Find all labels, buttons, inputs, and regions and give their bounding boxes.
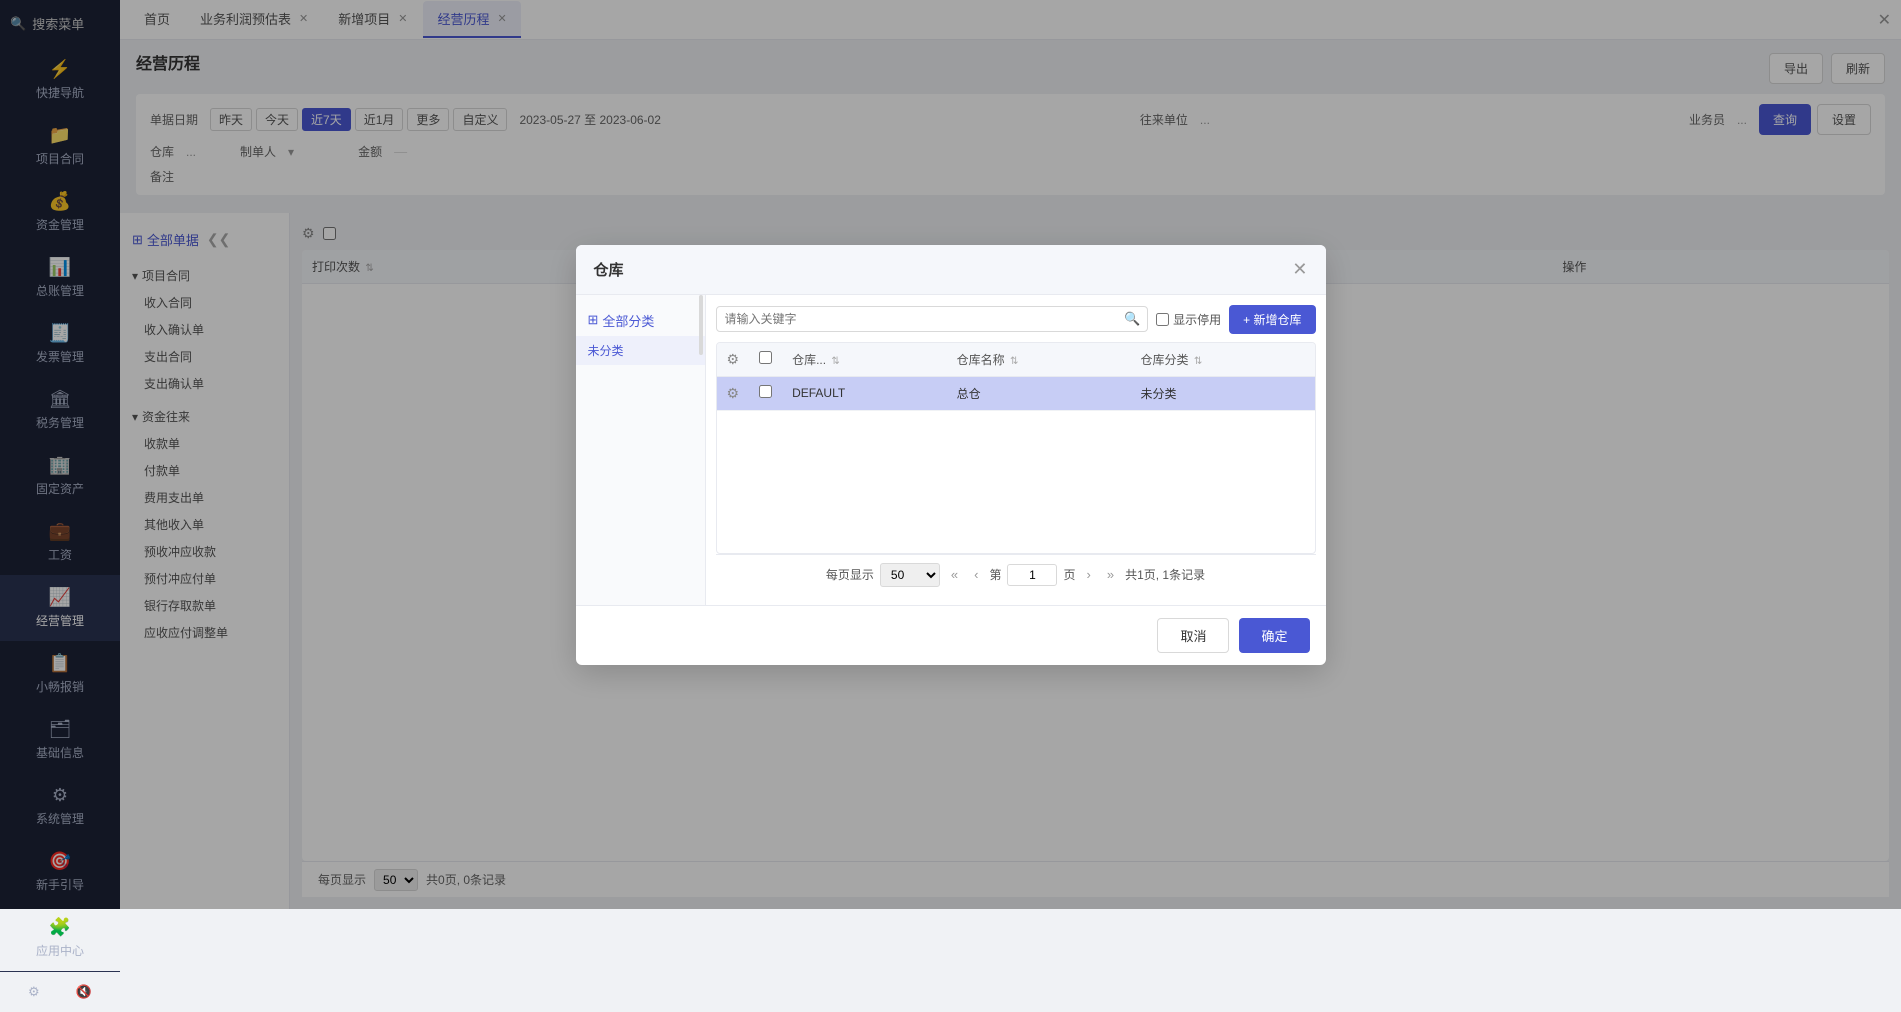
modal-col-code[interactable]: 仓库... ⇅ — [782, 343, 947, 377]
mute-icon[interactable]: 🔇 — [76, 984, 92, 1000]
row-name: 总仓 — [957, 387, 981, 401]
row-code-cell: DEFAULT — [782, 376, 947, 410]
sort-icon-category: ⇅ — [1194, 356, 1202, 367]
cancel-button[interactable]: 取消 — [1157, 618, 1229, 653]
modal-body: ⊞ 全部分类 未分类 🔍 — [576, 295, 1326, 605]
modal-gear-icon[interactable]: ⚙ — [727, 351, 740, 367]
warehouse-modal: 仓库 ✕ ⊞ 全部分类 未分类 — [576, 245, 1326, 665]
modal-close-button[interactable]: ✕ — [1292, 259, 1307, 280]
modal-col-checkbox — [749, 343, 782, 377]
modal-first-btn[interactable]: « — [946, 565, 963, 584]
modal-col-code-label: 仓库... — [792, 353, 826, 367]
modal-left-all-label: 全部分类 — [602, 311, 654, 330]
table-row[interactable]: ⚙ DEFAULT 总仓 — [717, 376, 1315, 410]
modal-prev-btn[interactable]: ‹ — [969, 565, 983, 584]
modal-col-category-label: 仓库分类 — [1141, 353, 1189, 367]
left-scrollbar — [699, 295, 703, 605]
settings-icon[interactable]: ⚙ — [28, 984, 40, 1000]
left-scrollbar-thumb — [699, 295, 703, 355]
modal-uncategorized-label: 未分类 — [588, 344, 624, 358]
row-gear-icon[interactable]: ⚙ — [727, 385, 740, 401]
modal-page-input[interactable] — [1007, 564, 1057, 586]
modal-left-panel: ⊞ 全部分类 未分类 — [576, 295, 706, 605]
row-checkbox-cell — [749, 376, 782, 410]
modal-col-name-label: 仓库名称 — [957, 353, 1005, 367]
sidebar-bottom: ⚙ 🔇 — [0, 971, 120, 1012]
modal-footer-bar: 每页显示 50 « ‹ 第 页 › » 共1页, 1条记录 — [716, 554, 1316, 595]
modal-search-input[interactable] — [716, 306, 1149, 332]
modal-right-panel: 🔍 显示停用 + 新增仓库 ⚙ — [706, 295, 1326, 605]
modal-col-name[interactable]: 仓库名称 ⇅ — [947, 343, 1131, 377]
show-disabled-text: 显示停用 — [1173, 311, 1221, 328]
modal-left-all[interactable]: ⊞ 全部分类 — [576, 305, 705, 336]
modal-confirm-bar: 取消 确定 — [576, 605, 1326, 665]
modal-page-label: 第 — [989, 566, 1001, 583]
modal-select-all[interactable] — [759, 351, 772, 364]
confirm-button[interactable]: 确定 — [1239, 618, 1309, 653]
show-disabled-label[interactable]: 显示停用 — [1156, 311, 1221, 328]
modal-page-size-label: 每页显示 — [826, 566, 874, 583]
row-code: DEFAULT — [792, 386, 845, 400]
sidebar-item-apps[interactable]: 🧩 应用中心 — [0, 905, 120, 971]
modal-next-btn[interactable]: › — [1082, 565, 1096, 584]
row-name-cell: 总仓 — [947, 376, 1131, 410]
show-disabled-checkbox[interactable] — [1156, 313, 1169, 326]
modal-overlay[interactable]: 仓库 ✕ ⊞ 全部分类 未分类 — [0, 0, 1901, 909]
row-category: 未分类 — [1141, 387, 1177, 401]
add-warehouse-button[interactable]: + 新增仓库 — [1229, 305, 1315, 334]
sidebar-item-label: 应用中心 — [36, 942, 84, 959]
modal-toolbar: 🔍 显示停用 + 新增仓库 — [716, 305, 1316, 334]
modal-page-unit: 页 — [1063, 566, 1075, 583]
row-category-cell: 未分类 — [1131, 376, 1315, 410]
modal-search-wrap: 🔍 — [716, 306, 1149, 332]
modal-table: ⚙ 仓库... ⇅ 仓库名称 — [716, 342, 1316, 554]
sort-icon-name: ⇅ — [1010, 356, 1018, 367]
modal-last-btn[interactable]: » — [1102, 565, 1119, 584]
row-checkbox[interactable] — [759, 385, 772, 398]
modal-page-size-select[interactable]: 50 — [880, 563, 940, 587]
modal-total-text: 共1页, 1条记录 — [1125, 566, 1205, 583]
sort-icon-code: ⇅ — [831, 356, 839, 367]
modal-table-header: ⚙ 仓库... ⇅ 仓库名称 — [717, 343, 1315, 377]
apps-icon: 🧩 — [49, 917, 71, 938]
modal-left-uncategorized[interactable]: 未分类 — [576, 336, 705, 365]
modal-header: 仓库 ✕ — [576, 245, 1326, 295]
grid-icon-modal: ⊞ — [588, 312, 599, 328]
modal-col-category[interactable]: 仓库分类 ⇅ — [1131, 343, 1315, 377]
search-icon-modal: 🔍 — [1124, 311, 1140, 327]
row-settings-cell: ⚙ — [717, 376, 750, 410]
modal-col-settings: ⚙ — [717, 343, 750, 377]
modal-title: 仓库 — [594, 259, 624, 280]
